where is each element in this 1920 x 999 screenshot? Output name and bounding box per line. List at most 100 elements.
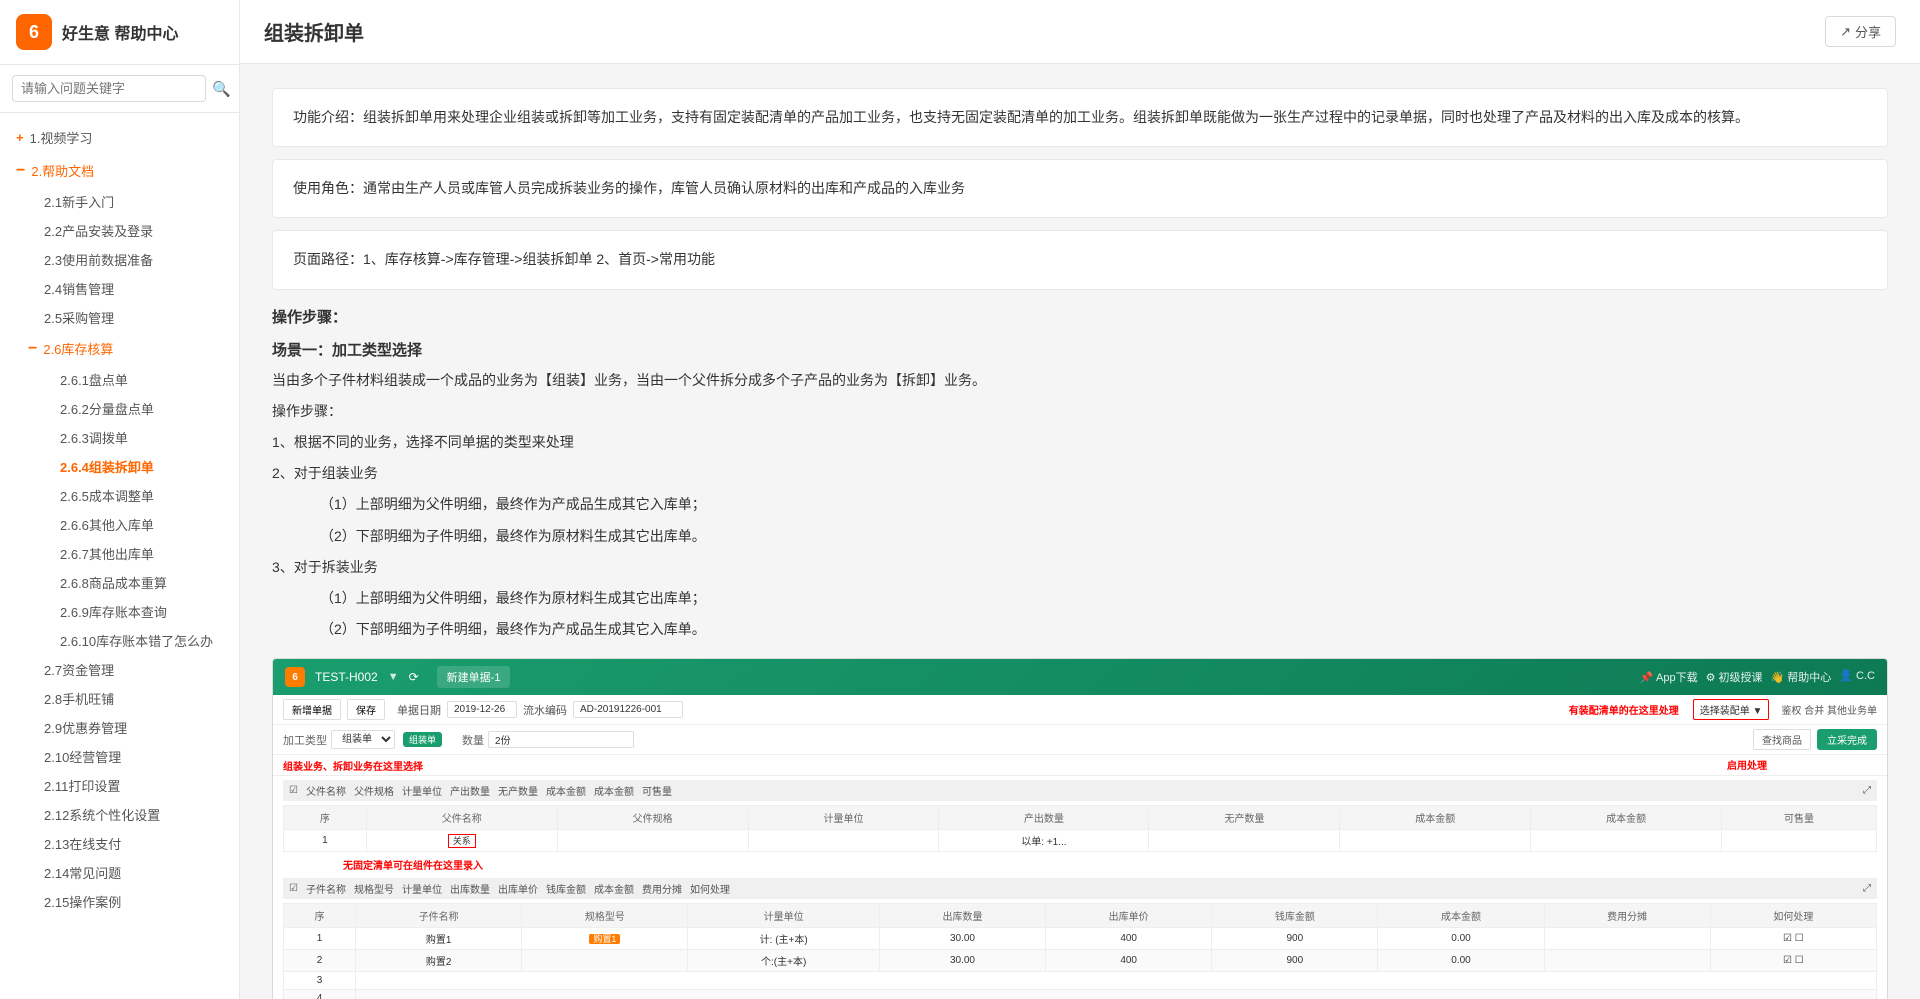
sidebar-item-2-15[interactable]: 2.15操作案例 xyxy=(28,887,239,916)
sidebar-item-2-4[interactable]: 2.4销售管理 xyxy=(28,274,239,303)
step-3-1: （1）上部明细为父件明细，最终作为原材料生成其它出库单； xyxy=(320,586,1888,611)
sidebar-item-2-2[interactable]: 2.2产品安装及登录 xyxy=(28,216,239,245)
sidebar-logo: 6 好生意 帮助中心 xyxy=(0,0,239,65)
parent-table-section: ☑ 父件名称 父件规格 计量单位 产出数量 无产数量 成本金额 成本金额 可售量… xyxy=(273,776,1887,856)
child-header-col1: 子件名称 xyxy=(306,881,346,896)
sidebar-item-2-11[interactable]: 2.11打印设置 xyxy=(28,771,239,800)
app-header: 6 TEST-H002 ▼ ⟳ 新建单据-1 📌 App下载 ⚙ 初级授课 👋 … xyxy=(273,659,1887,695)
sub-nav-2-6: 2.6.1盘点单 2.6.2分量盘点单 2.6.3调拨单 2.6.4组装拆卸单 … xyxy=(28,365,239,655)
cell-saleable xyxy=(1722,830,1877,852)
child-table-row: 4 xyxy=(284,990,1877,999)
sidebar-item-2-6-4[interactable]: 2.6.4组装拆卸单 xyxy=(44,452,239,481)
child-header-col2: 规格型号 xyxy=(354,881,394,896)
parent-header-col1: 父件名称 xyxy=(306,783,346,798)
role-text: 使用角色：通常由生产人员或库管人员完成拆装业务的操作，库管人员确认原材料的出库和… xyxy=(293,180,965,196)
sidebar-item-2-6-1[interactable]: 2.6.1盘点单 xyxy=(44,365,239,394)
minus-icon: − xyxy=(16,163,25,179)
search-box: 🔍 xyxy=(0,65,239,113)
col-unit: 计量单位 xyxy=(748,806,939,830)
annotation-1-text: 有装配清单的在这里处理 xyxy=(1569,702,1679,717)
confirm-complete-btn[interactable]: 立采完成 xyxy=(1817,729,1877,750)
sidebar-item-2-14[interactable]: 2.14常见问题 xyxy=(28,858,239,887)
sidebar-item-2-6-6[interactable]: 2.6.6其他入库单 xyxy=(44,510,239,539)
toolbar-btn-add[interactable]: 新增单据 xyxy=(283,699,341,720)
steps-title: 操作步骤： xyxy=(272,306,1888,327)
sidebar-item-2-6-7[interactable]: 2.6.7其他出库单 xyxy=(44,539,239,568)
app-icons: 📌 App下载 ⚙ 初级授课 👋 帮助中心 👤 C.C xyxy=(1640,669,1875,685)
sidebar-item-2-6-9[interactable]: 2.6.9库存账本查询 xyxy=(44,597,239,626)
child-header-col9: 如何处理 xyxy=(690,881,730,896)
field-type: 加工类型 组装单 拆卸单 组装单 xyxy=(283,730,442,749)
child-cell-fee xyxy=(1544,928,1710,950)
child-cell-empty-4 xyxy=(356,990,1877,999)
sidebar-item-2-6-8[interactable]: 2.6.8商品成本重算 xyxy=(44,568,239,597)
qty-input[interactable] xyxy=(488,731,634,748)
page-title: 组装拆卸单 xyxy=(264,17,364,46)
child-cell-empty-3 xyxy=(356,972,1877,990)
sidebar-item-2-6[interactable]: − 2.6库存核算 xyxy=(28,332,239,365)
search-icon[interactable]: 🔍 xyxy=(212,80,231,98)
child-table-row: 2 购置2 个:(主+本) 30.00 400 900 0.00 ☑ ☐ xyxy=(284,950,1877,972)
sidebar-item-2-6-3[interactable]: 2.6.3调拨单 xyxy=(44,423,239,452)
sidebar-item-docs[interactable]: − 2.帮助文档 xyxy=(0,154,239,187)
child-cell-amt2-2: 0.00 xyxy=(1378,950,1544,972)
parent-header-col8: 可售量 xyxy=(642,783,672,798)
toolbar-docno-label: 流水编码 xyxy=(523,702,567,718)
search-input[interactable] xyxy=(12,75,206,102)
parent-header-col7: 成本金额 xyxy=(594,783,634,798)
share-button[interactable]: ↗ 分享 xyxy=(1825,16,1896,47)
select-assembly-btn[interactable]: 选择装配单 ▼ xyxy=(1693,699,1770,720)
child-col-fee: 费用分摊 xyxy=(1544,904,1710,928)
child-col-price: 出库单价 xyxy=(1046,904,1212,928)
sidebar-item-2-10[interactable]: 2.10经营管理 xyxy=(28,742,239,771)
step-1: 1、根据不同的业务，选择不同单据的类型来处理 xyxy=(272,430,1888,455)
sidebar-item-2-12[interactable]: 2.12系统个性化设置 xyxy=(28,800,239,829)
sidebar-item-2-6-10[interactable]: 2.6.10库存账本错了怎么办 xyxy=(44,626,239,655)
qty-label: 数量 xyxy=(462,732,484,748)
sidebar-item-2-8[interactable]: 2.8手机旺铺 xyxy=(28,684,239,713)
type-select[interactable]: 组装单 拆卸单 xyxy=(331,730,395,749)
toolbar-extra: 鉴权 合并 其他业务单 xyxy=(1781,702,1877,717)
child-cell-seq-2: 2 xyxy=(284,950,356,972)
toolbar-docno-value: AD-20191226-001 xyxy=(573,701,683,718)
sidebar-item-2-6-5[interactable]: 2.6.5成本调整单 xyxy=(44,481,239,510)
parent-detail-checkbox: ☑ xyxy=(289,785,298,796)
sidebar-item-videos[interactable]: + 1.视频学习 xyxy=(0,121,239,154)
child-table: 序 子件名称 规格型号 计量单位 出库数量 出库单价 钱库金额 成本金额 费用分… xyxy=(283,903,1877,999)
child-cell-seq: 1 xyxy=(284,928,356,950)
toolbar-date-label: 单据日期 xyxy=(397,702,441,718)
toolbar-btn-save[interactable]: 保存 xyxy=(347,699,385,720)
sidebar-item-2-6-2[interactable]: 2.6.2分量盘点单 xyxy=(44,394,239,423)
child-cell-seq-4: 4 xyxy=(284,990,356,999)
sidebar-item-2-1[interactable]: 2.1新手入门 xyxy=(28,187,239,216)
cell-cost1 xyxy=(1340,830,1531,852)
child-col-outqty: 出库数量 xyxy=(879,904,1045,928)
annotation-4-row: 无固定清单可在组件在这里录入 xyxy=(273,856,1887,874)
sidebar-item-2-7[interactable]: 2.7资金管理 xyxy=(28,655,239,684)
child-table-section: ☑ 子件名称 规格型号 计量单位 出库数量 出库单价 钱库金额 成本金额 费用分… xyxy=(273,874,1887,999)
child-cell-spec-2 xyxy=(522,950,688,972)
col-no-out-qty: 无产数量 xyxy=(1149,806,1340,830)
app-icon-3: 👋 帮助中心 xyxy=(1771,669,1832,685)
sidebar-item-label: 2.帮助文档 xyxy=(31,161,94,180)
parent-expand-btn[interactable]: ⤢ xyxy=(1863,785,1871,796)
sidebar-item-2-9[interactable]: 2.9优惠券管理 xyxy=(28,713,239,742)
child-col-name: 子件名称 xyxy=(356,904,522,928)
sidebar-item-2-13[interactable]: 2.13在线支付 xyxy=(28,829,239,858)
child-cell-handle-2: ☑ ☐ xyxy=(1710,950,1876,972)
child-expand-btn[interactable]: ⤢ xyxy=(1863,883,1871,894)
find-btn[interactable]: 查找商品 xyxy=(1753,729,1811,750)
child-table-row: 3 xyxy=(284,972,1877,990)
sidebar-item-2-3[interactable]: 2.3使用前数据准备 xyxy=(28,245,239,274)
child-cell-unit: 计: (主+本) xyxy=(688,928,879,950)
sub-nav-docs: 2.1新手入门 2.2产品安装及登录 2.3使用前数据准备 2.4销售管理 2.… xyxy=(0,187,239,916)
sidebar-item-2-5[interactable]: 2.5采购管理 xyxy=(28,303,239,332)
app-icon-2: ⚙ 初级授课 xyxy=(1706,669,1763,685)
child-header-col3: 计量单位 xyxy=(402,881,442,896)
child-detail-checkbox: ☑ xyxy=(289,883,298,894)
parent-header-col6: 成本金额 xyxy=(546,783,586,798)
logo-icon: 6 xyxy=(16,14,52,50)
col-parent-name: 父件名称 xyxy=(366,806,557,830)
step-2-2: （2）下部明细为子件明细，最终作为原材料生成其它出库单。 xyxy=(320,524,1888,549)
parent-header-col3: 计量单位 xyxy=(402,783,442,798)
